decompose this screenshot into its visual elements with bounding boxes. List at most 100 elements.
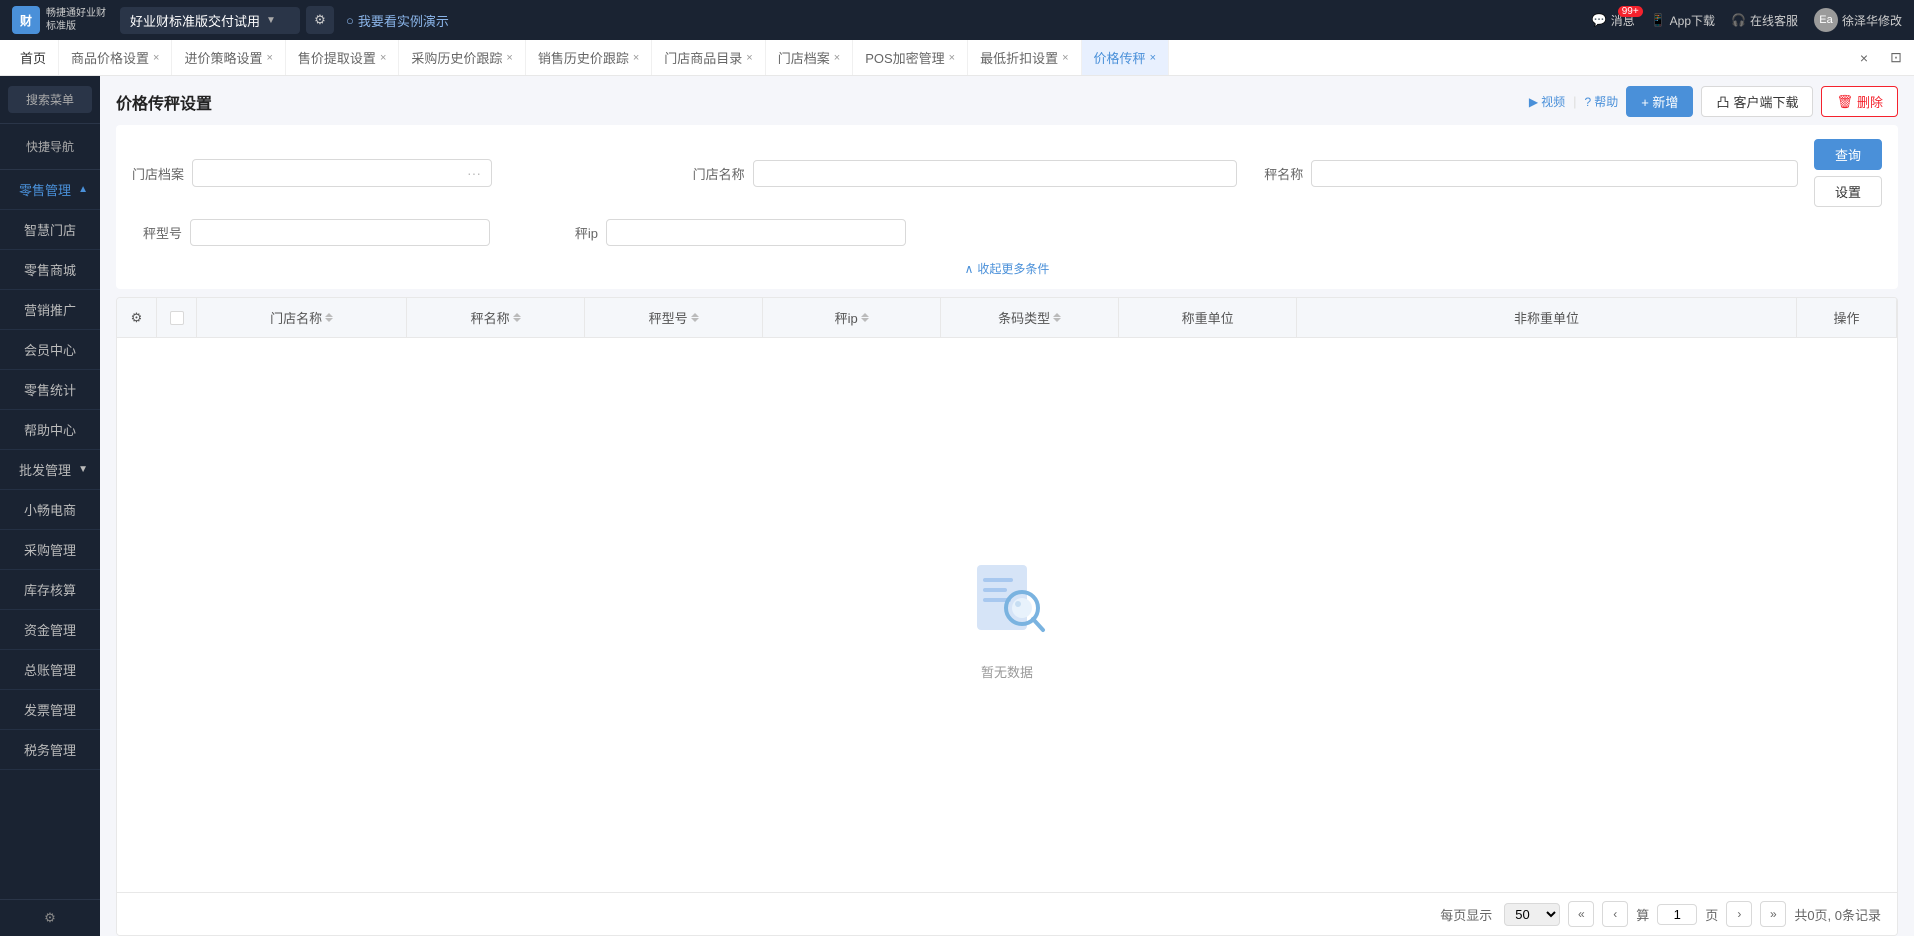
- sidebar-item-help-label: 帮助中心: [12, 420, 88, 439]
- tab-home[interactable]: 首页: [8, 40, 59, 76]
- first-page-button[interactable]: «: [1568, 901, 1594, 927]
- mobile-icon: 📱: [1651, 13, 1666, 27]
- scale-model-input[interactable]: [190, 219, 490, 246]
- tab-store-file-close[interactable]: ×: [834, 52, 840, 64]
- tab-pos-management-close[interactable]: ×: [949, 52, 955, 64]
- tab-store-file[interactable]: 门店档案 ×: [766, 40, 853, 76]
- tab-close-all-button[interactable]: ×: [1850, 44, 1878, 72]
- sidebar-item-retail-mall[interactable]: 零售商城: [0, 250, 100, 290]
- app-download-button[interactable]: 📱 App下载: [1651, 12, 1715, 29]
- tab-pos-management[interactable]: POS加密管理 ×: [853, 40, 968, 76]
- th-scale-model[interactable]: 秤型号: [585, 298, 763, 337]
- sidebar-item-wholesale[interactable]: 批发管理 ▼: [0, 450, 100, 490]
- tab-sale-history-close[interactable]: ×: [633, 52, 639, 64]
- tab-store-catalog-close[interactable]: ×: [746, 52, 752, 64]
- sidebar-item-tax[interactable]: 税务管理: [0, 730, 100, 770]
- select-all-checkbox[interactable]: [170, 311, 184, 325]
- monitor-icon: ○: [346, 13, 354, 28]
- sidebar-settings-button[interactable]: ⚙: [0, 899, 100, 936]
- quick-nav-button[interactable]: 快捷导航: [8, 134, 92, 159]
- tab-purchase-strategy[interactable]: 进价策略设置 ×: [172, 40, 285, 76]
- help-link-text: 帮助: [1594, 93, 1618, 110]
- sort-scale-ip[interactable]: [861, 313, 869, 322]
- sidebar-item-ecommerce[interactable]: 小畅电商: [0, 490, 100, 530]
- sidebar-item-member-label: 会员中心: [12, 340, 88, 359]
- message-button[interactable]: 💬 消息 99+: [1592, 12, 1635, 29]
- last-page-button[interactable]: »: [1760, 901, 1786, 927]
- tab-price-settings-close[interactable]: ×: [153, 52, 159, 64]
- tab-price-scale[interactable]: 价格传秤 ×: [1082, 40, 1169, 76]
- sidebar-item-finance[interactable]: 资金管理: [0, 610, 100, 650]
- collapse-button-text: 收起更多条件: [977, 260, 1049, 277]
- download-button[interactable]: 凸 客户端下载: [1701, 86, 1813, 117]
- th-checkbox[interactable]: [157, 298, 197, 337]
- th-barcode-type[interactable]: 条码类型: [941, 298, 1119, 337]
- help-link[interactable]: ? 帮助: [1585, 93, 1619, 110]
- top-right-actions: 💬 消息 99+ 📱 App下载 🎧 在线客服 Ea 徐泽华修改: [1592, 8, 1902, 32]
- sidebar-item-marketing[interactable]: 营销推广: [0, 290, 100, 330]
- scale-name-input[interactable]: [1311, 160, 1798, 187]
- total-info: 共0页, 0条记录: [1794, 905, 1881, 924]
- demo-link[interactable]: ○ 我要看实例演示: [346, 11, 449, 30]
- add-button[interactable]: + 新增: [1626, 86, 1693, 117]
- search-menu-button[interactable]: 搜索菜单: [8, 86, 92, 113]
- sidebar-item-invoice[interactable]: 发票管理: [0, 690, 100, 730]
- tab-sale-extract[interactable]: 售价提取设置 ×: [286, 40, 399, 76]
- th-scale-name[interactable]: 秤名称: [407, 298, 585, 337]
- sort-scale-model[interactable]: [691, 313, 699, 322]
- tab-fullscreen-button[interactable]: ⊡: [1882, 44, 1910, 72]
- sidebar-item-retail-stats[interactable]: 零售统计: [0, 370, 100, 410]
- tab-min-discount-close[interactable]: ×: [1062, 52, 1068, 64]
- collapse-up-icon: ∧: [965, 262, 974, 276]
- form-row-1: 门店档案 ··· 门店名称 秤名称 查询 设置: [132, 139, 1882, 207]
- sort-scale-name[interactable]: [513, 313, 521, 322]
- tab-price-scale-close[interactable]: ×: [1150, 52, 1156, 64]
- sidebar-item-ecommerce-label: 小畅电商: [12, 500, 88, 519]
- settings-query-button[interactable]: 设置: [1814, 176, 1882, 207]
- next-page-button[interactable]: ›: [1726, 901, 1752, 927]
- tab-purchase-strategy-close[interactable]: ×: [266, 52, 272, 64]
- query-button[interactable]: 查询: [1814, 139, 1882, 170]
- tab-min-discount[interactable]: 最低折扣设置 ×: [968, 40, 1081, 76]
- tab-purchase-history-close[interactable]: ×: [506, 52, 512, 64]
- scale-name-label: 秤名称: [1253, 164, 1303, 183]
- sort-down-icon: [513, 318, 521, 322]
- store-file-input[interactable]: ···: [192, 159, 492, 187]
- online-service-button[interactable]: 🎧 在线客服: [1731, 12, 1798, 29]
- online-service-label: 在线客服: [1750, 12, 1798, 29]
- sort-barcode-type[interactable]: [1053, 313, 1061, 322]
- sidebar-item-inventory[interactable]: 库存核算: [0, 570, 100, 610]
- per-page-select[interactable]: 10 20 50 100: [1504, 903, 1560, 926]
- sidebar-item-smart-store[interactable]: 智慧门店: [0, 210, 100, 250]
- sidebar-item-purchase[interactable]: 采购管理: [0, 530, 100, 570]
- tab-price-settings[interactable]: 商品价格设置 ×: [59, 40, 172, 76]
- th-settings[interactable]: ⚙: [117, 298, 157, 337]
- user-menu-button[interactable]: Ea 徐泽华修改: [1814, 8, 1902, 32]
- per-page-label: 每页显示: [1440, 905, 1492, 924]
- top-settings-button[interactable]: ⚙: [306, 6, 334, 34]
- sidebar-item-help[interactable]: 帮助中心: [0, 410, 100, 450]
- sidebar-item-retail[interactable]: 零售管理 ▲: [0, 170, 100, 210]
- tab-sale-history[interactable]: 销售历史价跟踪 ×: [526, 40, 652, 76]
- collapse-button[interactable]: ∧ 收起更多条件: [965, 260, 1050, 277]
- tab-sale-extract-close[interactable]: ×: [380, 52, 386, 64]
- sidebar: 搜索菜单 快捷导航 零售管理 ▲ 智慧门店 零售商城 营销推广 会员中心 零售统: [0, 76, 100, 936]
- th-scale-ip[interactable]: 秤ip: [763, 298, 941, 337]
- tab-purchase-history[interactable]: 采购历史价跟踪 ×: [399, 40, 525, 76]
- page-number-input[interactable]: [1657, 904, 1697, 925]
- empty-state: 暂无数据: [957, 550, 1057, 681]
- tab-store-catalog[interactable]: 门店商品目录 ×: [652, 40, 765, 76]
- version-selector[interactable]: 好业财标准版交付试用 ▼: [120, 7, 300, 34]
- download-icon: 凸: [1716, 92, 1729, 111]
- scale-ip-input[interactable]: [606, 219, 906, 246]
- sidebar-item-general-ledger[interactable]: 总账管理: [0, 650, 100, 690]
- th-store-name[interactable]: 门店名称: [197, 298, 407, 337]
- sort-store-name[interactable]: [325, 313, 333, 322]
- version-selector-text: 好业财标准版交付试用: [130, 11, 260, 30]
- prev-page-button[interactable]: ‹: [1602, 901, 1628, 927]
- delete-button[interactable]: 🗑 删除: [1821, 86, 1898, 117]
- divider: |: [1573, 94, 1576, 109]
- sidebar-item-member[interactable]: 会员中心: [0, 330, 100, 370]
- video-link[interactable]: ▶ 视频: [1529, 93, 1565, 110]
- store-name-input[interactable]: [753, 160, 1238, 187]
